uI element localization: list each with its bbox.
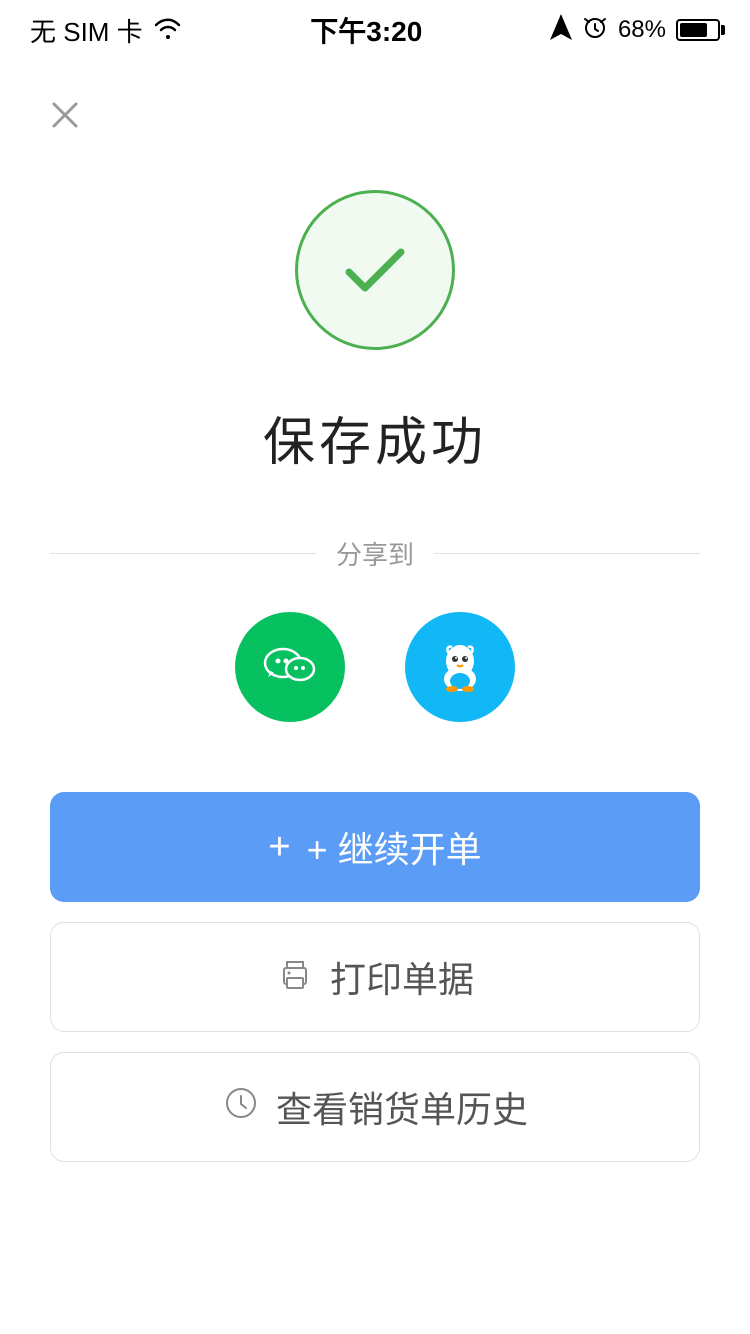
alarm-icon <box>582 14 608 47</box>
share-section: 分享到 <box>50 535 700 722</box>
battery-percent: 68% <box>618 16 666 44</box>
carrier-text: 无 SIM 卡 <box>30 12 143 49</box>
print-icon <box>276 954 314 1001</box>
print-label: 打印单据 <box>330 951 474 1003</box>
continue-icon: + <box>268 826 290 869</box>
continue-button[interactable]: + + 继续开单 <box>50 792 700 902</box>
share-label: 分享到 <box>336 535 414 572</box>
continue-label: + 继续开单 <box>307 821 482 873</box>
close-button[interactable] <box>40 90 90 140</box>
battery-icon <box>676 19 720 41</box>
share-divider: 分享到 <box>50 535 700 572</box>
divider-line-left <box>50 553 316 554</box>
main-content: 保存成功 分享到 <box>0 150 750 1334</box>
status-bar: 无 SIM 卡 下午3:20 68% <box>0 0 750 60</box>
status-left: 无 SIM 卡 <box>30 12 183 49</box>
wifi-icon <box>153 15 183 46</box>
history-button[interactable]: 查看销货单历史 <box>50 1052 700 1162</box>
location-icon <box>550 14 572 47</box>
history-label: 查看销货单历史 <box>276 1081 528 1133</box>
action-buttons: + + 继续开单 打印单据 查看销货单历史 <box>50 792 700 1162</box>
share-wechat-button[interactable] <box>235 612 345 722</box>
close-area <box>0 60 750 150</box>
share-qq-button[interactable] <box>405 612 515 722</box>
success-circle <box>295 190 455 350</box>
print-button[interactable]: 打印单据 <box>50 922 700 1032</box>
status-time: 下午3:20 <box>310 10 422 50</box>
status-right: 68% <box>550 14 720 47</box>
checkmark-icon <box>335 230 415 310</box>
share-icons <box>50 612 700 722</box>
history-icon <box>222 1084 260 1131</box>
success-title: 保存成功 <box>263 400 487 475</box>
divider-line-right <box>434 553 700 554</box>
